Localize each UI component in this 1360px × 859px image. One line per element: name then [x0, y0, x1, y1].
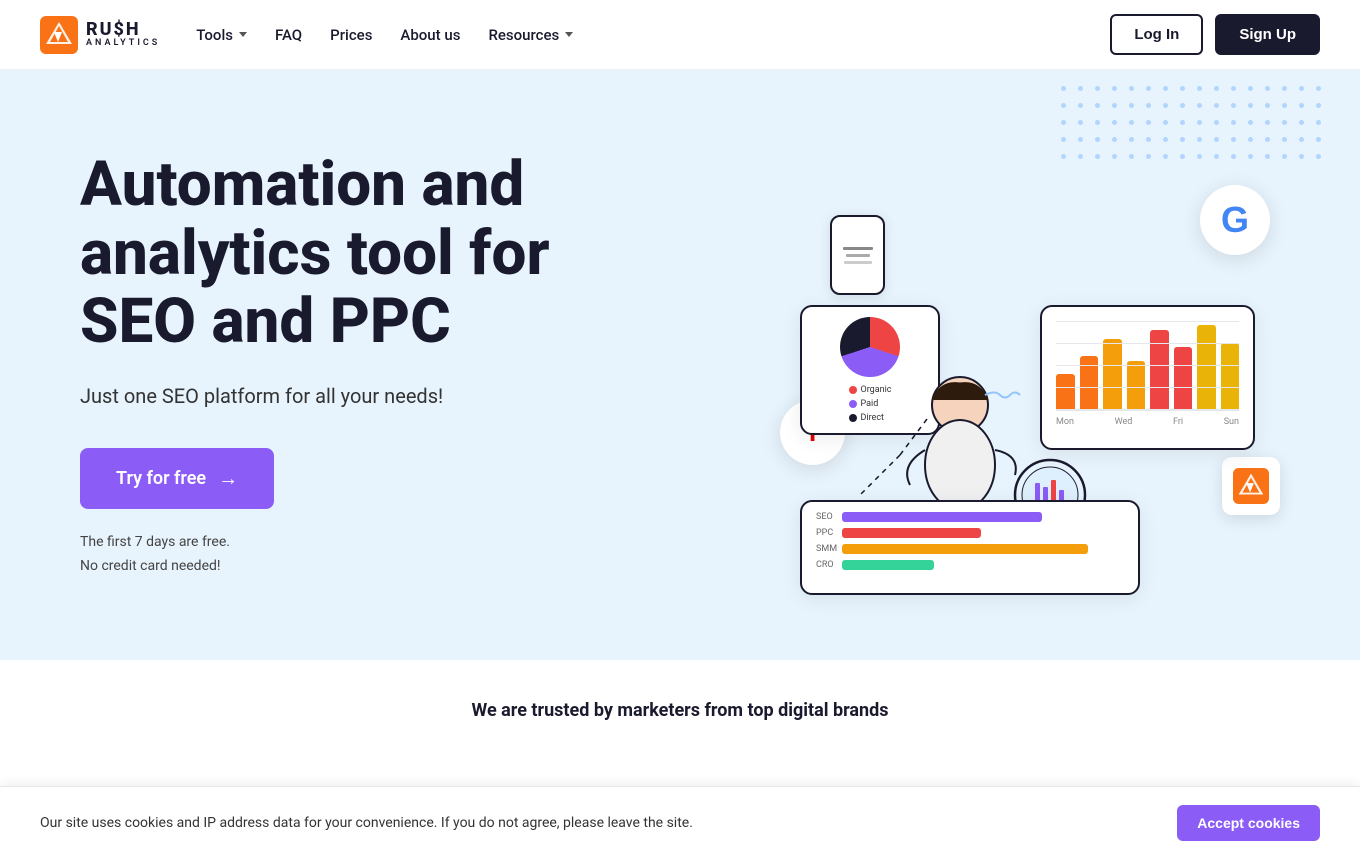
hero-subtitle: Just one SEO platform for all your needs…: [80, 384, 620, 408]
dashboard-area: Organic Paid Direct: [800, 305, 1270, 575]
logo-text: RU$H ANALYTICS: [86, 21, 160, 48]
nav-resources[interactable]: Resources: [488, 26, 573, 44]
horiz-bars: SEO PPC SMM CRO: [816, 512, 1124, 570]
hero-title: Automation and analytics tool for SEO an…: [80, 151, 620, 356]
logo-analytics: ANALYTICS: [86, 39, 160, 48]
hero-note: The first 7 days are free. No credit car…: [80, 531, 620, 579]
horiz-bar-card: SEO PPC SMM CRO: [800, 500, 1140, 595]
trusted-title: We are trusted by marketers from top dig…: [80, 700, 1280, 721]
google-badge: G: [1200, 185, 1270, 255]
nav-about[interactable]: About us: [400, 26, 460, 44]
accept-cookies-button[interactable]: Accept cookies: [1177, 805, 1320, 841]
navbar-right: Log In Sign Up: [1110, 14, 1320, 55]
chevron-down-icon: [565, 32, 573, 37]
logo[interactable]: RU$H ANALYTICS: [40, 16, 160, 54]
navbar-left: RU$H ANALYTICS Tools FAQ Prices: [40, 16, 573, 54]
cookie-text: Our site uses cookies and IP address dat…: [40, 815, 693, 831]
phone-icon: [830, 215, 885, 295]
try-free-button[interactable]: Try for free →: [80, 448, 274, 509]
signup-button[interactable]: Sign Up: [1215, 14, 1320, 55]
chevron-down-icon: [239, 32, 247, 37]
pie-chart: [840, 317, 900, 377]
arrow-right-icon: →: [218, 466, 238, 491]
trusted-section: We are trusted by marketers from top dig…: [0, 660, 1360, 765]
logo-rush: RU$H: [86, 21, 160, 39]
hero-section: Automation and analytics tool for SEO an…: [0, 70, 1360, 660]
login-button[interactable]: Log In: [1110, 14, 1203, 55]
cookie-banner: Our site uses cookies and IP address dat…: [0, 786, 1360, 859]
nav-links: Tools FAQ Prices About us: [196, 26, 573, 44]
nav-tools[interactable]: Tools: [196, 26, 247, 44]
nav-prices[interactable]: Prices: [330, 26, 372, 44]
navbar: RU$H ANALYTICS Tools FAQ Prices: [0, 0, 1360, 70]
hero-illustration: G Y: [780, 135, 1280, 595]
hero-content: Automation and analytics tool for SEO an…: [80, 151, 620, 578]
logo-icon: [40, 16, 78, 54]
nav-faq[interactable]: FAQ: [275, 26, 302, 44]
